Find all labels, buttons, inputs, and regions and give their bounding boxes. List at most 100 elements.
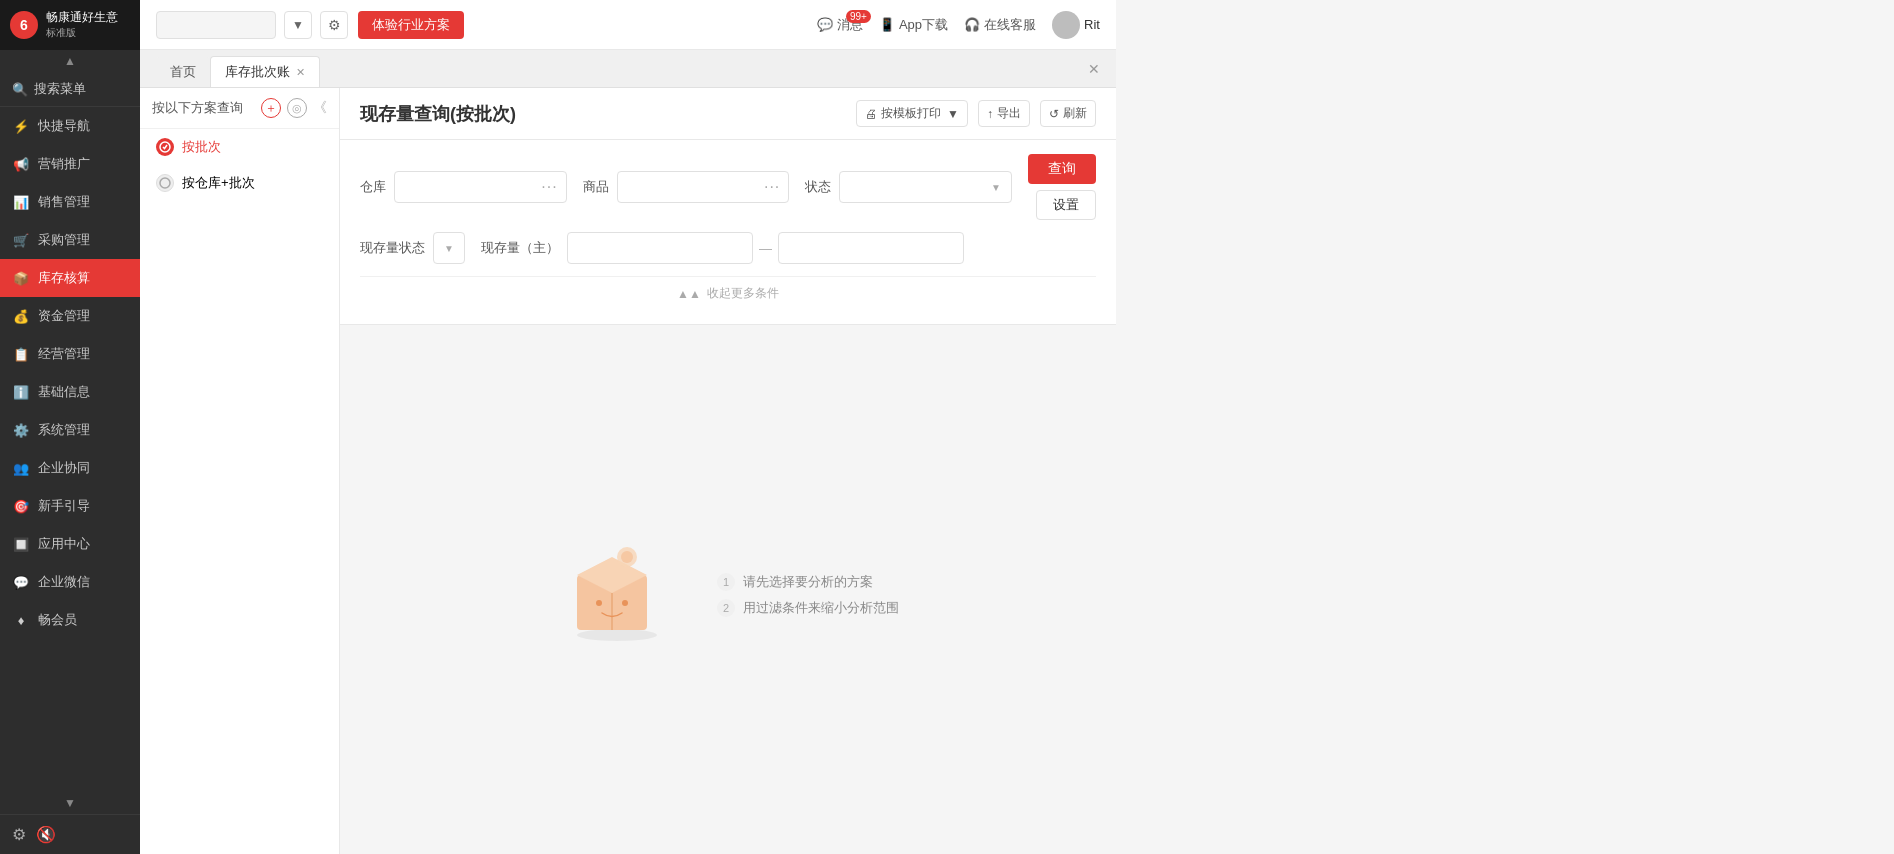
content-area: 按以下方案查询 ＋ ◎ 《 按批次 bbox=[140, 88, 1116, 854]
sidebar-item-guide[interactable]: 🎯 新手引导 bbox=[0, 487, 140, 525]
sidebar-item-purchase[interactable]: 🛒 采购管理 bbox=[0, 221, 140, 259]
refresh-icon: ↺ bbox=[1049, 107, 1059, 121]
topbar-service-btn[interactable]: 🎧 在线客服 bbox=[964, 16, 1036, 34]
topbar: ▼ ⚙ 体验行业方案 💬 消息 99+ 📱 App下载 🎧 在线客服 bbox=[140, 0, 1116, 50]
filter-stock-qty-range: — bbox=[567, 232, 964, 264]
add-scheme-btn[interactable]: ＋ bbox=[261, 98, 281, 118]
stock-qty-from-input[interactable] bbox=[567, 232, 753, 264]
page-header-actions: 🖨 按模板打印 ▼ ↑ 导出 ↺ 刷新 bbox=[856, 100, 1096, 127]
sidebar-item-wechat[interactable]: 💬 企业微信 bbox=[0, 563, 140, 601]
collapse-panel-btn[interactable]: 《 bbox=[313, 99, 327, 117]
sidebar-item-finance[interactable]: 💰 资金管理 bbox=[0, 297, 140, 335]
collapse-label: 收起更多条件 bbox=[707, 285, 779, 302]
filter-product-label: 商品 bbox=[583, 178, 609, 196]
sidebar-scroll: 🔍 搜索菜单 ⚡ 快捷导航 📢 营销推广 📊 销售管理 🛒 采购管理 📦 bbox=[0, 72, 140, 792]
sidebar-item-label: 畅会员 bbox=[38, 611, 77, 629]
marketing-icon: 📢 bbox=[12, 155, 30, 173]
audio-icon[interactable]: 🔇 bbox=[36, 825, 56, 844]
print-label: 按模板打印 bbox=[881, 105, 941, 122]
sidebar-item-operations[interactable]: 📋 经营管理 bbox=[0, 335, 140, 373]
step-1-text: 请先选择要分析的方案 bbox=[743, 573, 873, 591]
stock-status-arrow-icon: ▼ bbox=[444, 243, 454, 254]
filter-status-select[interactable]: ▼ bbox=[839, 171, 1012, 203]
stock-qty-to-input[interactable] bbox=[778, 232, 964, 264]
collapse-more-btn[interactable]: ▲▲ 收起更多条件 bbox=[360, 276, 1096, 310]
topbar-app-btn[interactable]: 📱 App下载 bbox=[879, 16, 948, 34]
sidebar-item-label: 基础信息 bbox=[38, 383, 90, 401]
topbar-user-btn[interactable]: Rit bbox=[1052, 11, 1100, 39]
sidebar-item-basics[interactable]: ℹ️ 基础信息 bbox=[0, 373, 140, 411]
filter-warehouse-input[interactable]: ··· bbox=[394, 171, 567, 203]
scroll-down-btn[interactable]: ▼ bbox=[64, 796, 76, 810]
filter-product-input[interactable]: ··· bbox=[617, 171, 790, 203]
filter-status-field: 状态 ▼ bbox=[805, 171, 1012, 203]
sidebar-item-system[interactable]: ⚙️ 系统管理 bbox=[0, 411, 140, 449]
sidebar-item-inventory[interactable]: 📦 库存核算 bbox=[0, 259, 140, 297]
empty-content: 1 请先选择要分析的方案 2 用过滤条件来缩小分析范围 bbox=[557, 535, 899, 645]
export-btn[interactable]: ↑ 导出 bbox=[978, 100, 1030, 127]
scroll-up-btn[interactable]: ▲ bbox=[64, 54, 76, 68]
experience-industry-btn[interactable]: 体验行业方案 bbox=[358, 11, 464, 39]
tab-inventory-batch[interactable]: 库存批次账 ✕ bbox=[210, 56, 320, 87]
filter-stock-status-select[interactable]: ▼ bbox=[433, 232, 465, 264]
export-label: 导出 bbox=[997, 105, 1021, 122]
sidebar: 6 畅康通好生意 标准版 ▲ 🔍 搜索菜单 ⚡ 快捷导航 📢 营销推广 bbox=[0, 0, 140, 854]
print-template-btn[interactable]: 🖨 按模板打印 ▼ bbox=[856, 100, 968, 127]
filter-warehouse-field: 仓库 ··· bbox=[360, 171, 567, 203]
sidebar-item-vip[interactable]: ♦ 畅会员 bbox=[0, 601, 140, 639]
sidebar-item-label: 营销推广 bbox=[38, 155, 90, 173]
scheme-icon-warehouse-batch bbox=[156, 174, 174, 192]
sidebar-item-apps[interactable]: 🔲 应用中心 bbox=[0, 525, 140, 563]
tabbar: 首页 库存批次账 ✕ ✕ bbox=[140, 50, 1116, 88]
sidebar-search-label: 搜索菜单 bbox=[34, 80, 86, 98]
tab-inventory-batch-label: 库存批次账 bbox=[225, 63, 290, 81]
scheme-batch-label: 按批次 bbox=[182, 138, 221, 156]
setting-btn[interactable]: 设置 bbox=[1036, 190, 1096, 220]
tab-close-btn[interactable]: ✕ bbox=[296, 66, 305, 79]
topbar-dropdown-btn[interactable]: ▼ bbox=[284, 11, 312, 39]
sales-icon: 📊 bbox=[12, 193, 30, 211]
filter-stock-status-label: 现存量状态 bbox=[360, 239, 425, 257]
tabbar-close-right[interactable]: ✕ bbox=[1088, 61, 1100, 77]
refresh-btn[interactable]: ↺ 刷新 bbox=[1040, 100, 1096, 127]
main-area: ▼ ⚙ 体验行业方案 💬 消息 99+ 📱 App下载 🎧 在线客服 bbox=[140, 0, 1116, 854]
empty-step-1: 1 请先选择要分析的方案 bbox=[717, 573, 899, 591]
finance-icon: 💰 bbox=[12, 307, 30, 325]
export-icon: ↑ bbox=[987, 107, 993, 121]
sidebar-item-sales[interactable]: 📊 销售管理 bbox=[0, 183, 140, 221]
sidebar-item-label: 企业微信 bbox=[38, 573, 90, 591]
message-badge: 99+ bbox=[846, 10, 871, 23]
product-dots-btn[interactable]: ··· bbox=[764, 178, 780, 196]
sidebar-item-label: 经营管理 bbox=[38, 345, 90, 363]
sidebar-search-item[interactable]: 🔍 搜索菜单 bbox=[0, 72, 140, 107]
sidebar-item-marketing[interactable]: 📢 营销推广 bbox=[0, 145, 140, 183]
topbar-gear-btn[interactable]: ⚙ bbox=[320, 11, 348, 39]
filter-warehouse-label: 仓库 bbox=[360, 178, 386, 196]
user-name: Rit bbox=[1084, 17, 1100, 32]
collapse-up-icon: ▲▲ bbox=[677, 287, 701, 301]
topbar-search-input[interactable] bbox=[156, 11, 276, 39]
svg-point-6 bbox=[596, 600, 602, 606]
scheme-item-batch[interactable]: 按批次 bbox=[140, 129, 339, 165]
empty-step-2: 2 用过滤条件来缩小分析范围 bbox=[717, 599, 899, 617]
filter-stock-status-field: 现存量状态 ▼ bbox=[360, 232, 465, 264]
sidebar-item-quicknav[interactable]: ⚡ 快捷导航 bbox=[0, 107, 140, 145]
sidebar-item-enterprise[interactable]: 👥 企业协同 bbox=[0, 449, 140, 487]
tab-home[interactable]: 首页 bbox=[156, 57, 210, 87]
right-panel: 现存量查询(按批次) 🖨 按模板打印 ▼ ↑ 导出 ↺ bbox=[340, 88, 1116, 854]
sidebar-item-label: 系统管理 bbox=[38, 421, 90, 439]
sidebar-item-label: 采购管理 bbox=[38, 231, 90, 249]
warehouse-dots-btn[interactable]: ··· bbox=[541, 178, 557, 196]
filter-row-2: 现存量状态 ▼ 现存量（主） — bbox=[360, 232, 1096, 264]
target-scheme-btn[interactable]: ◎ bbox=[287, 98, 307, 118]
filter-product-field: 商品 ··· bbox=[583, 171, 790, 203]
filter-stock-qty-field: 现存量（主） — bbox=[481, 232, 964, 264]
step-1-num: 1 bbox=[717, 573, 735, 591]
query-btn[interactable]: 查询 bbox=[1028, 154, 1096, 184]
purchase-icon: 🛒 bbox=[12, 231, 30, 249]
guide-icon: 🎯 bbox=[12, 497, 30, 515]
service-label: 在线客服 bbox=[984, 16, 1036, 34]
topbar-message-btn[interactable]: 💬 消息 99+ bbox=[817, 16, 863, 34]
scheme-item-warehouse-batch[interactable]: 按仓库+批次 bbox=[140, 165, 339, 201]
settings-icon[interactable]: ⚙ bbox=[12, 825, 26, 844]
